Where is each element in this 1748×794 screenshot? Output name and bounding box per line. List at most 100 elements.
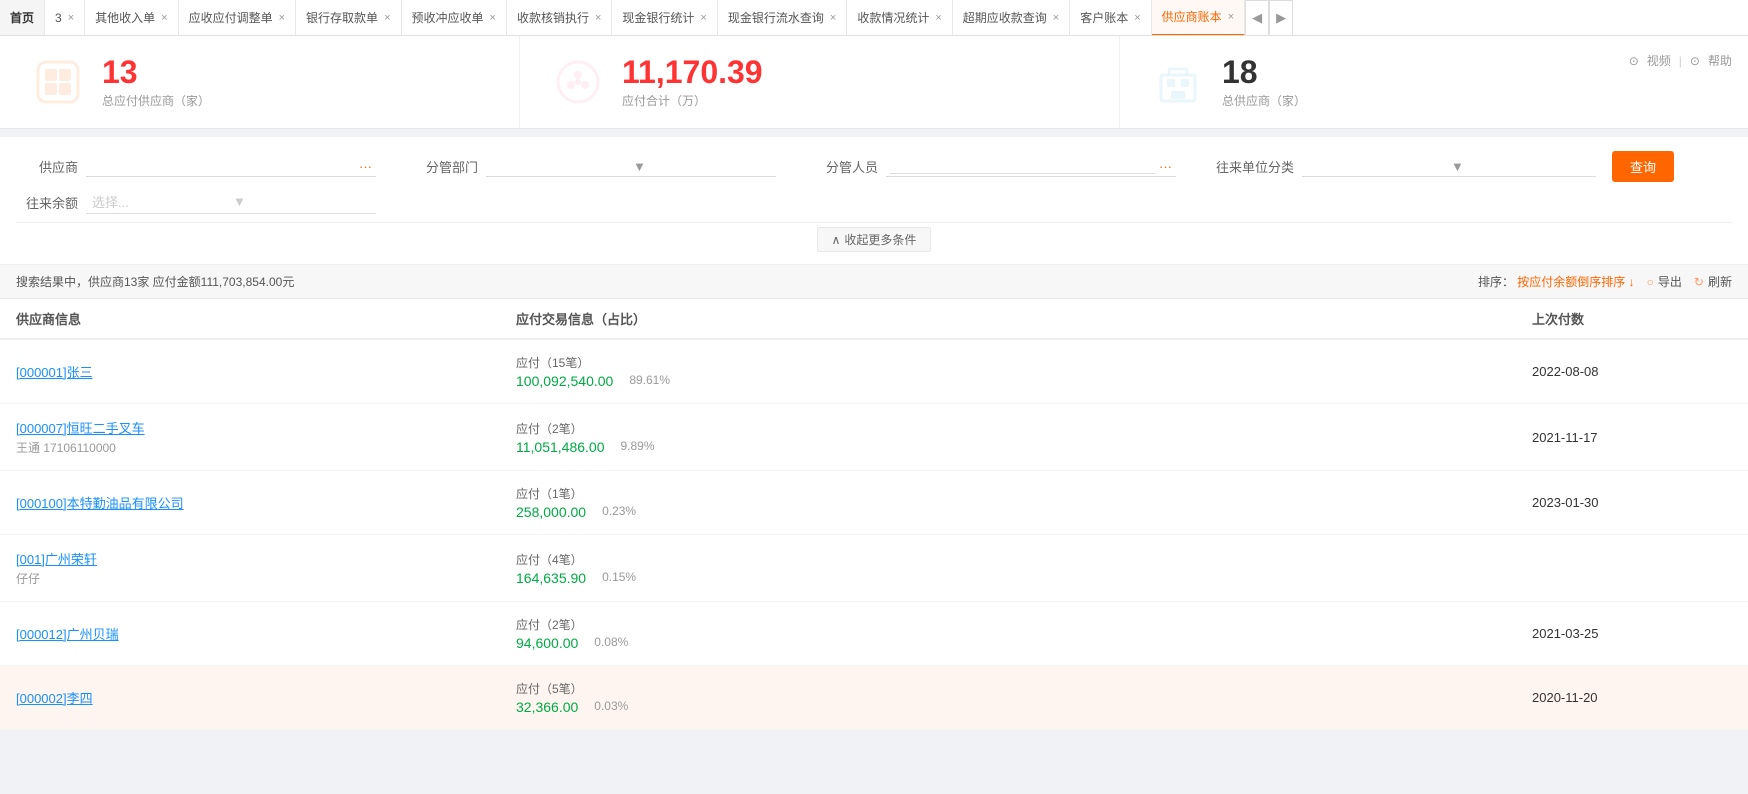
supplier-link-4[interactable]: [000012]广州贝瑞 xyxy=(16,627,119,642)
refresh-action[interactable]: ↻ 刷新 xyxy=(1694,273,1732,290)
last-pay-4: 2021-03-25 xyxy=(1532,626,1732,641)
collapse-button[interactable]: ∧ 收起更多条件 xyxy=(817,227,932,252)
nav-close-supplier-account[interactable]: × xyxy=(1228,11,1234,23)
nav-close-other-income[interactable]: × xyxy=(161,12,167,24)
category-select[interactable]: ▼ xyxy=(1302,157,1596,177)
ap-count-1: 应付（2笔） xyxy=(516,420,1532,437)
person-dots-icon[interactable]: ··· xyxy=(1159,159,1172,174)
transaction-row-5: 32,366.00 0.03% xyxy=(516,697,1532,715)
nav-item-cash-bank-stat[interactable]: 现金银行统计 × xyxy=(612,0,717,36)
nav-label-tab3: 3 xyxy=(55,11,62,25)
supplier-cell-0: [000001]张三 xyxy=(16,362,516,381)
balance-select[interactable]: 选择... ▼ xyxy=(86,190,376,214)
supplier-link-2[interactable]: [000100]本特勤油品有限公司 xyxy=(16,496,184,511)
nav-close-payment-verify[interactable]: × xyxy=(595,12,601,24)
nav-item-other-income[interactable]: 其他收入单 × xyxy=(85,0,178,36)
nav-label-cash-bank-flow: 现金银行流水查询 xyxy=(728,9,824,26)
balance-dropdown-icon: ▼ xyxy=(233,194,370,209)
nav-close-tab3[interactable]: × xyxy=(68,12,74,24)
refresh-label: 刷新 xyxy=(1708,273,1732,290)
supplier-cell-5: [000002]李四 xyxy=(16,688,516,707)
person-input[interactable] xyxy=(890,158,1155,174)
nav-label-cash-bank-stat: 现金银行统计 xyxy=(622,9,694,26)
nav-close-cash-bank-stat[interactable]: × xyxy=(700,12,706,24)
nav-label-payment-verify: 收款核销执行 xyxy=(517,9,589,26)
table-row: [000100]本特勤油品有限公司 应付（1笔） 258,000.00 0.23… xyxy=(0,471,1748,535)
stat-card-1: 13 总应付供应商（家） xyxy=(0,36,520,128)
stat-label-1: 总应付供应商（家） xyxy=(102,92,210,109)
video-link[interactable]: 视频 xyxy=(1647,52,1671,69)
nav-item-customer-account[interactable]: 客户账本 × xyxy=(1070,0,1151,36)
supplier-link-3[interactable]: [001]广州荣轩 xyxy=(16,552,97,567)
table-row: [000007]恒旺二手叉车 王通 17106110000 应付（2笔） 11,… xyxy=(0,404,1748,471)
amount-5: 32,366.00 xyxy=(516,699,578,715)
nav-item-supplier-account[interactable]: 供应商账本 × xyxy=(1152,0,1245,36)
filter-item-category: 往来单位分类 ▼ xyxy=(1216,157,1596,177)
stat-label-3: 总供应商（家） xyxy=(1222,92,1306,109)
filter-item-dept: 分管部门 ▼ xyxy=(416,157,776,177)
nav-item-home[interactable]: 首页 xyxy=(0,0,45,36)
supplier-label: 供应商 xyxy=(16,157,86,176)
nav-label-payment-stat: 收款情况统计 xyxy=(857,9,929,26)
col-last-pay: 上次付数 xyxy=(1532,309,1732,328)
nav-left-arrow[interactable]: ◀ xyxy=(1245,0,1269,36)
supplier-cell-3: [001]广州荣轩 仔仔 xyxy=(16,549,516,587)
nav-item-payment-verify[interactable]: 收款核销执行 × xyxy=(507,0,612,36)
nav-close-payment-stat[interactable]: × xyxy=(935,12,941,24)
transaction-cell-4: 应付（2笔） 94,600.00 0.08% xyxy=(516,616,1532,651)
circle-help-icon: ⊙ xyxy=(1690,54,1700,68)
supplier-input[interactable] xyxy=(90,159,355,174)
nav-item-ar-ap-adjust[interactable]: 应收应付调整单 × xyxy=(179,0,296,36)
percent-3: 0.15% xyxy=(602,570,636,584)
query-button[interactable]: 查询 xyxy=(1612,151,1674,182)
nav-item-tab3[interactable]: 3 × xyxy=(45,0,85,36)
export-label: 导出 xyxy=(1658,273,1682,290)
stat-icon-2 xyxy=(550,54,606,110)
amount-4: 94,600.00 xyxy=(516,635,578,651)
filter-row-1: 供应商 ··· 分管部门 ▼ 分管人员 ··· 往来单位分 xyxy=(16,151,1732,182)
supplier-dots-icon[interactable]: ··· xyxy=(359,159,372,174)
last-pay-5: 2020-11-20 xyxy=(1532,690,1732,705)
supplier-link-1[interactable]: [000007]恒旺二手叉车 xyxy=(16,421,145,436)
supplier-link-5[interactable]: [000002]李四 xyxy=(16,691,93,706)
nav-close-overdue-ar[interactable]: × xyxy=(1053,12,1059,24)
percent-0: 89.61% xyxy=(629,373,670,387)
ap-count-3: 应付（4笔） xyxy=(516,551,1532,568)
transaction-row-4: 94,600.00 0.08% xyxy=(516,633,1532,651)
table-row: [000001]张三 应付（15笔） 100,092,540.00 89.61%… xyxy=(0,340,1748,404)
nav-close-customer-account[interactable]: × xyxy=(1134,12,1140,24)
nav-close-cash-bank-flow[interactable]: × xyxy=(830,12,836,24)
nav-close-bank-deposit[interactable]: × xyxy=(384,12,390,24)
stat-card-2: 11,170.39 应付合计（万） xyxy=(520,36,1120,128)
nav-close-prepay-offset[interactable]: × xyxy=(490,12,496,24)
supplier-link-0[interactable]: [000001]张三 xyxy=(16,365,93,380)
nav-label-supplier-account: 供应商账本 xyxy=(1162,8,1222,25)
stat-icon-1 xyxy=(30,54,86,110)
sort-arrow-icon: ↓ xyxy=(1629,275,1635,289)
nav-item-payment-stat[interactable]: 收款情况统计 × xyxy=(847,0,952,36)
supplier-cell-1: [000007]恒旺二手叉车 王通 17106110000 xyxy=(16,418,516,456)
last-pay-2: 2023-01-30 xyxy=(1532,495,1732,510)
supplier-cell-2: [000100]本特勤油品有限公司 xyxy=(16,493,516,512)
help-link[interactable]: 帮助 xyxy=(1708,52,1732,69)
percent-4: 0.08% xyxy=(594,635,628,649)
nav-right-arrow[interactable]: ▶ xyxy=(1269,0,1293,36)
filter-item-balance: 往来余额 选择... ▼ xyxy=(16,190,376,214)
percent-1: 9.89% xyxy=(621,439,655,453)
last-pay-1: 2021-11-17 xyxy=(1532,430,1732,445)
table-row: [001]广州荣轩 仔仔 应付（4笔） 164,635.90 0.15% xyxy=(0,535,1748,602)
dept-dropdown-icon: ▼ xyxy=(633,159,770,174)
dept-select[interactable]: ▼ xyxy=(486,157,776,177)
sort-prefix-text: 排序： xyxy=(1478,275,1514,289)
nav-close-ar-ap-adjust[interactable]: × xyxy=(279,12,285,24)
transaction-cell-5: 应付（5笔） 32,366.00 0.03% xyxy=(516,680,1532,715)
ap-count-4: 应付（2笔） xyxy=(516,616,1532,633)
transaction-cell-1: 应付（2笔） 11,051,486.00 9.89% xyxy=(516,420,1532,455)
nav-item-cash-bank-flow[interactable]: 现金银行流水查询 × xyxy=(718,0,847,36)
nav-item-bank-deposit[interactable]: 银行存取款单 × xyxy=(296,0,401,36)
nav-item-prepay-offset[interactable]: 预收冲应收单 × xyxy=(402,0,507,36)
nav-item-overdue-ar[interactable]: 超期应收款查询 × xyxy=(953,0,1070,36)
export-action[interactable]: ○ 导出 xyxy=(1647,273,1682,290)
transaction-row-3: 164,635.90 0.15% xyxy=(516,568,1532,586)
supplier-cell-4: [000012]广州贝瑞 xyxy=(16,624,516,643)
